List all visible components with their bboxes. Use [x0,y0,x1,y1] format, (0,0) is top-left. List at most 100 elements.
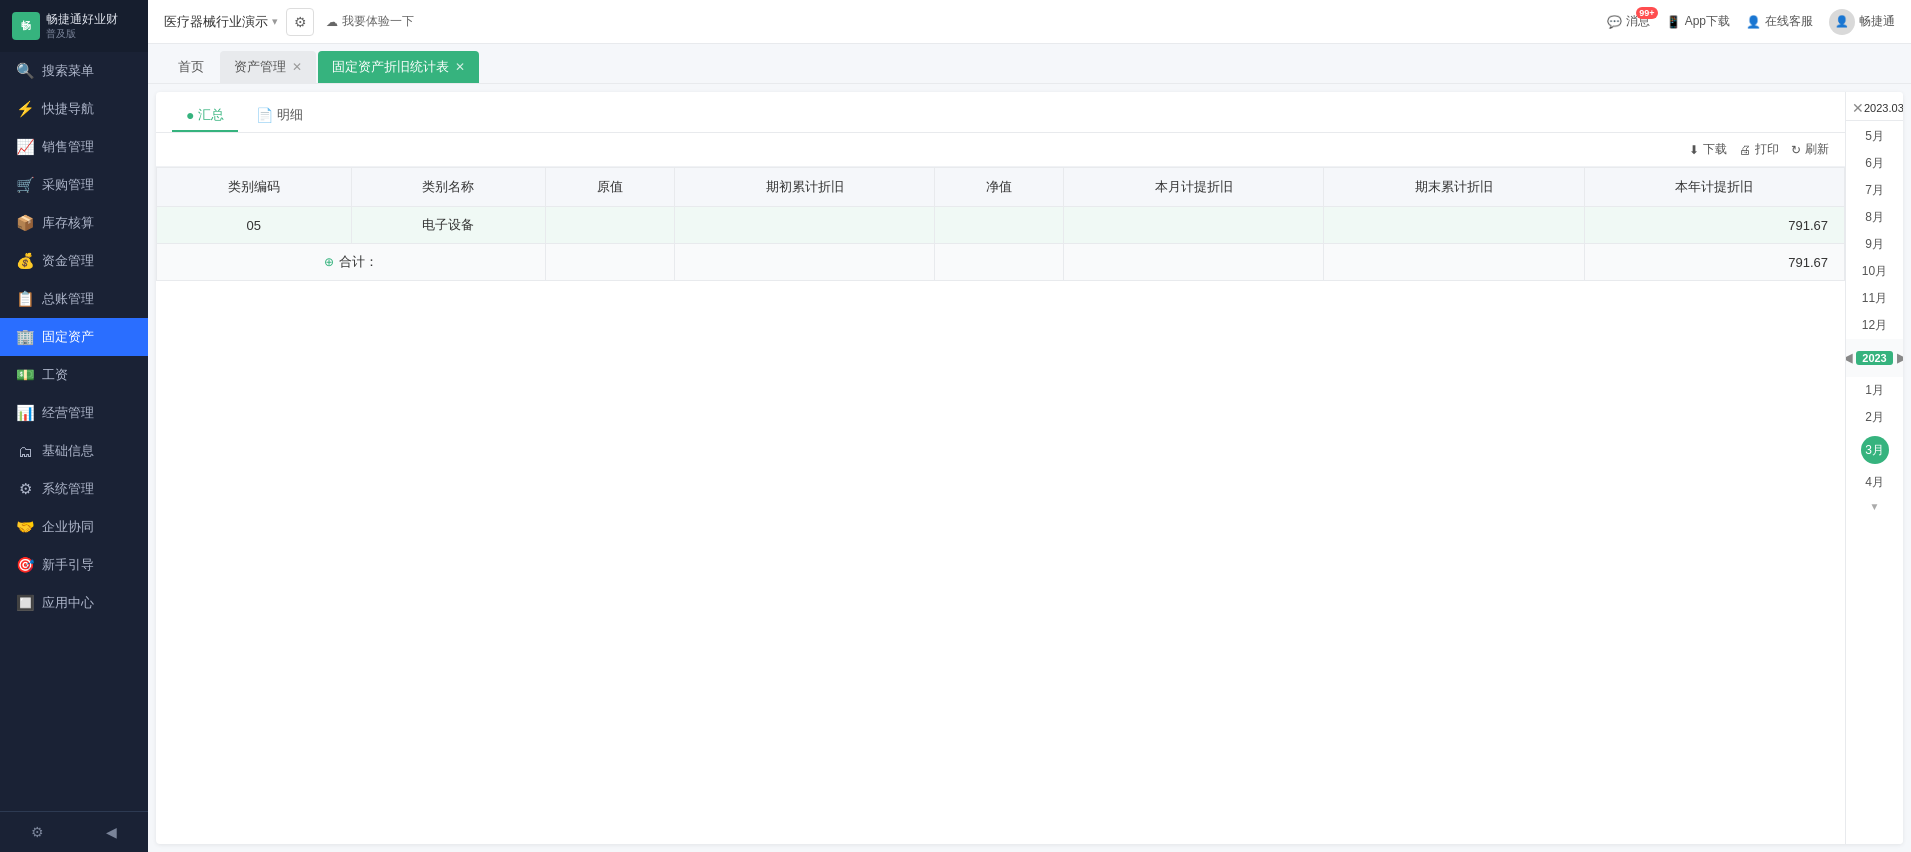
tab-home[interactable]: 首页 [164,51,218,83]
tab-depreciation[interactable]: 固定资产折旧统计表 ✕ [318,51,479,83]
month-item-8[interactable]: 8月 [1846,204,1903,231]
sidebar-item-inventory[interactable]: 📦 库存核算 [0,204,148,242]
user-label: 畅捷通 [1859,13,1895,30]
sub-tab-detail-label: 明细 [277,106,303,124]
sidebar-item-salary[interactable]: 💵 工资 [0,356,148,394]
sidebar-item-label: 快捷导航 [42,100,94,118]
download-button[interactable]: ⬇ 下载 [1689,141,1727,158]
total-month-depr [1064,244,1324,281]
toolbar: ⬇ 下载 🖨 打印 ↻ 刷新 [156,133,1845,167]
sidebar-scroll: 🔍 搜索菜单 ⚡ 快捷导航 📈 销售管理 🛒 采购管理 📦 库存核算 💰 资金管… [0,52,148,811]
sidebar-settings-button[interactable]: ⚙ [27,820,48,844]
message-icon: 💬 [1607,15,1622,29]
service-icon: 👤 [1746,15,1761,29]
table-row: 05 电子设备 791.67 [157,207,1845,244]
year-next-button[interactable]: ▶ [1895,349,1903,367]
table-wrap: 类别编码 类别名称 原值 期初累计折旧 净值 本月计提折旧 期末累计折旧 本年计… [156,167,1845,844]
sidebar-item-basic[interactable]: 🗂 基础信息 [0,432,148,470]
year-row: ◀ 2023 ▶ [1850,344,1899,372]
col-header-begin-accum: 期初累计折旧 [674,168,934,207]
month-item-12[interactable]: 12月 [1846,312,1903,339]
sub-tab-summary[interactable]: ● 汇总 [172,100,238,132]
sidebar-item-finance[interactable]: 💰 资金管理 [0,242,148,280]
avatar: 👤 [1829,9,1855,35]
year-2023-label: ◀ 2023 ▶ [1846,339,1903,377]
sidebar-item-label: 总账管理 [42,290,94,308]
sidebar-item-system[interactable]: ⚙ 系统管理 [0,470,148,508]
try-experience-button[interactable]: ☁ 我要体验一下 [326,13,414,30]
sidebar-collapse-button[interactable]: ◀ [102,820,121,844]
company-selector[interactable]: 医疗器械行业演示 ▾ [164,13,278,31]
message-button[interactable]: 💬 消息 99+ [1607,13,1650,30]
sidebar-item-label: 企业协同 [42,518,94,536]
month-item-11[interactable]: 11月 [1846,285,1903,312]
month-item-down-arrow[interactable]: ▼ [1846,496,1903,517]
total-net [935,244,1064,281]
sidebar-item-collab[interactable]: 🤝 企业协同 [0,508,148,546]
sidebar-item-ledger[interactable]: 📋 总账管理 [0,280,148,318]
ledger-icon: 📋 [16,290,34,308]
download-icon: 📱 [1666,15,1681,29]
sidebar-item-label: 基础信息 [42,442,94,460]
sidebar-item-fixedasset[interactable]: 🏢 固定资产 [0,318,148,356]
month-item-1[interactable]: 1月 [1846,377,1903,404]
settings-icon: ⚙ [294,14,307,30]
cell-year-depr: 791.67 [1584,207,1844,244]
app-download-button[interactable]: 📱 App下载 [1666,13,1730,30]
sidebar-item-apps[interactable]: 🔲 应用中心 [0,584,148,622]
print-button[interactable]: 🖨 打印 [1739,141,1779,158]
total-row: ⊕ 合计： 791.67 [157,244,1845,281]
month-item-7[interactable]: 7月 [1846,177,1903,204]
refresh-label: 刷新 [1805,141,1829,158]
month-item-6[interactable]: 6月 [1846,150,1903,177]
user-menu-button[interactable]: 👤 畅捷通 [1829,9,1895,35]
content-area: ● 汇总 📄 明细 ⬇ 下载 🖨 打印 ↻ [156,92,1903,844]
sidebar-item-quicknav[interactable]: ⚡ 快捷导航 [0,90,148,128]
sidebar-item-label: 应用中心 [42,594,94,612]
tab-depreciation-close-icon[interactable]: ✕ [455,60,465,74]
print-icon: 🖨 [1739,143,1751,157]
year-prev-button[interactable]: ◀ [1846,349,1854,367]
sidebar-item-label: 采购管理 [42,176,94,194]
basic-icon: 🗂 [16,443,34,460]
sidebar-item-label: 系统管理 [42,480,94,498]
search-icon: 🔍 [16,62,34,80]
download-toolbar-label: 下载 [1703,141,1727,158]
month-item-9[interactable]: 9月 [1846,231,1903,258]
right-date-panel: ✕ 2023.03 ⤢ 5月 6月 7月 8月 9月 10月 11月 12月 ◀… [1845,92,1903,844]
sales-icon: 📈 [16,138,34,156]
logo-icon: 畅 [12,12,40,40]
refresh-icon: ↻ [1791,143,1801,157]
customer-service-button[interactable]: 👤 在线客服 [1746,13,1813,30]
refresh-button[interactable]: ↻ 刷新 [1791,141,1829,158]
total-text: 合计： [339,254,378,269]
month-item-3-active[interactable]: 3月 [1846,431,1903,469]
depreciation-table: 类别编码 类别名称 原值 期初累计折旧 净值 本月计提折旧 期末累计折旧 本年计… [156,167,1845,281]
cell-name: 电子设备 [351,207,546,244]
finance-icon: 💰 [16,252,34,270]
month-item-4[interactable]: 4月 [1846,469,1903,496]
right-panel-close-button[interactable]: ✕ [1852,100,1864,116]
col-header-net: 净值 [935,168,1064,207]
year-2023-badge[interactable]: 2023 [1856,351,1892,365]
sidebar-item-newbie[interactable]: 🎯 新手引导 [0,546,148,584]
cell-end-accum [1324,207,1584,244]
cloud-icon: ☁ [326,15,338,29]
month-item-5[interactable]: 5月 [1846,123,1903,150]
total-year-depr: 791.67 [1584,244,1844,281]
month-item-2[interactable]: 2月 [1846,404,1903,431]
month-item-10[interactable]: 10月 [1846,258,1903,285]
cell-code: 05 [157,207,352,244]
month-list: 5月 6月 7月 8月 9月 10月 11月 12月 ◀ 2023 ▶ 1月 2… [1846,123,1903,840]
newbie-icon: 🎯 [16,556,34,574]
sub-tab-detail[interactable]: 📄 明细 [242,100,317,132]
tabs-bar: 首页 资产管理 ✕ 固定资产折旧统计表 ✕ [148,44,1911,84]
topbar-settings-button[interactable]: ⚙ [286,8,314,36]
sidebar-item-label: 工资 [42,366,68,384]
sidebar-item-search[interactable]: 🔍 搜索菜单 [0,52,148,90]
tab-asset-mgmt-close-icon[interactable]: ✕ [292,60,302,74]
tab-asset-mgmt[interactable]: 资产管理 ✕ [220,51,316,83]
sidebar-item-purchase[interactable]: 🛒 采购管理 [0,166,148,204]
sidebar-item-business[interactable]: 📊 经营管理 [0,394,148,432]
sidebar-item-sales[interactable]: 📈 销售管理 [0,128,148,166]
